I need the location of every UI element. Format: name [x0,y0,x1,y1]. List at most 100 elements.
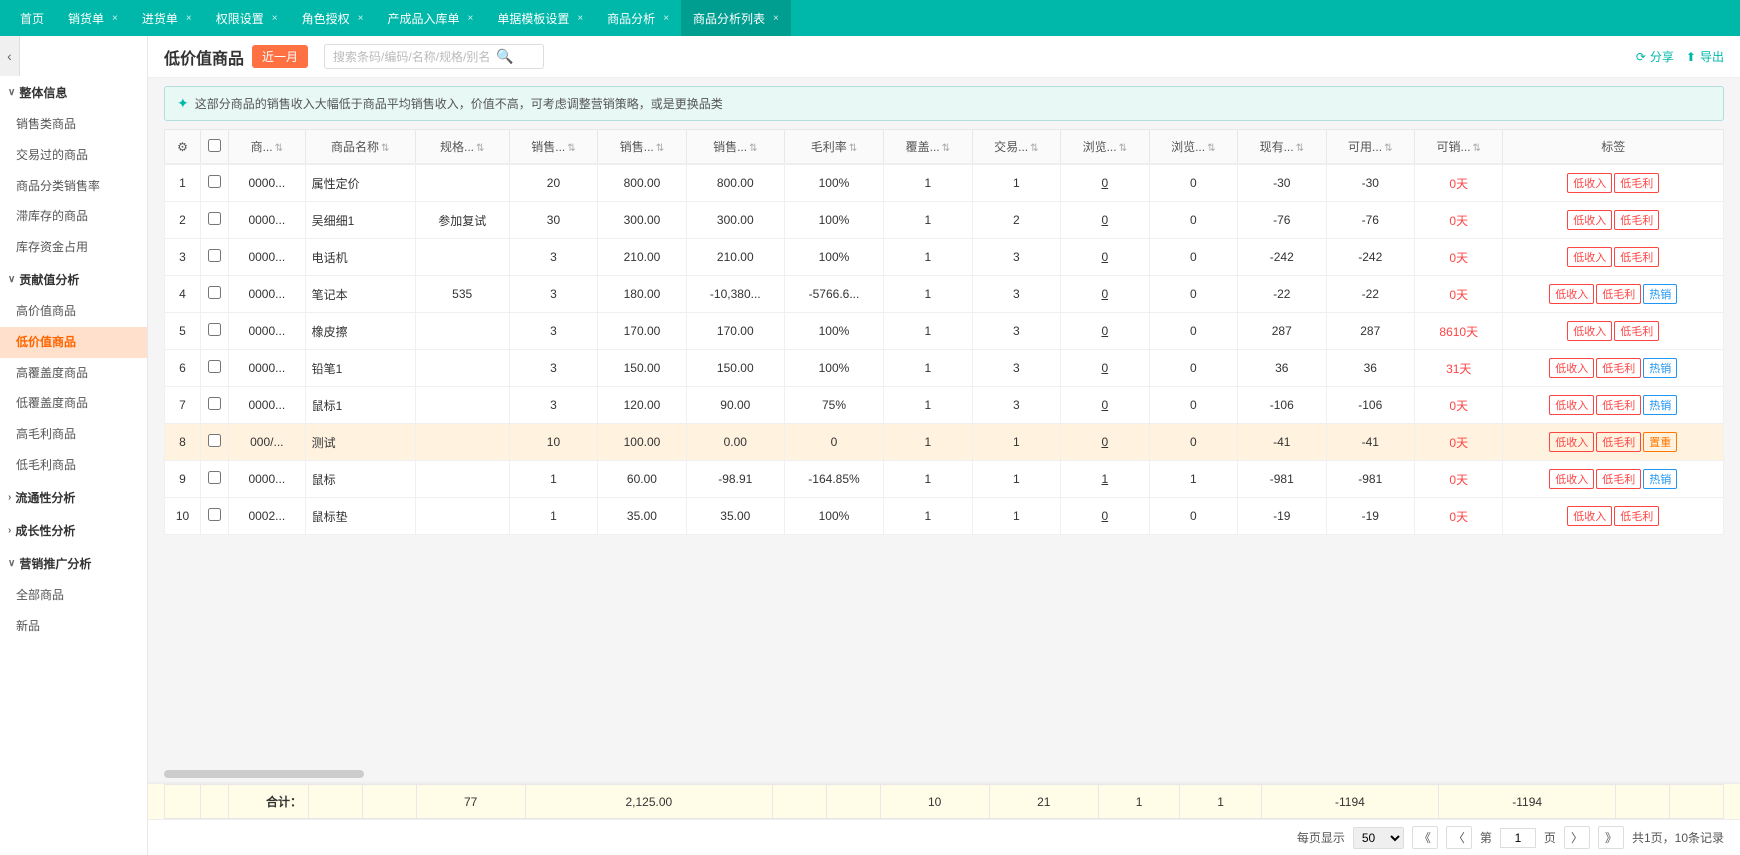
row-view1[interactable]: 0 [1061,387,1149,424]
row-checkbox[interactable] [208,434,221,447]
nav-sales-order[interactable]: 销货单 × [56,0,130,36]
row-checkbox-cell[interactable] [201,164,229,202]
last-page-btn[interactable]: 》 [1598,826,1624,849]
per-page-select[interactable]: 50 100 [1353,827,1404,849]
row-checkbox-cell[interactable] [201,239,229,276]
page-number-input[interactable] [1500,828,1536,848]
col-avail[interactable]: 可用...⇅ [1326,130,1414,165]
sidebar-item-low-margin[interactable]: 低毛利商品 [0,450,147,481]
search-box[interactable]: 搜索条码/编码/名称/规格/别名 🔍 [324,44,544,69]
nav-close-sales[interactable]: × [112,13,118,24]
row-view1[interactable]: 0 [1061,239,1149,276]
row-checkbox[interactable] [208,323,221,336]
row-checkbox[interactable] [208,360,221,373]
sidebar-item-low-value[interactable]: 低价值商品 [0,327,147,358]
nav-close-purchase[interactable]: × [186,13,192,24]
row-name[interactable]: 鼠标 [305,461,415,498]
row-checkbox[interactable] [208,471,221,484]
share-button[interactable]: ⟳ 分享 [1636,48,1674,65]
row-view1[interactable]: 0 [1061,164,1149,202]
row-checkbox-cell[interactable] [201,350,229,387]
row-view1[interactable]: 0 [1061,424,1149,461]
nav-template[interactable]: 单据模板设置 × [485,0,595,36]
row-name[interactable]: 鼠标1 [305,387,415,424]
row-name[interactable]: 测试 [305,424,415,461]
row-checkbox[interactable] [208,249,221,262]
nav-permission[interactable]: 权限设置 × [204,0,290,36]
scrollbar-thumb[interactable] [164,770,364,778]
row-checkbox[interactable] [208,508,221,521]
row-name[interactable]: 属性定价 [305,164,415,202]
row-checkbox-cell[interactable] [201,461,229,498]
row-name[interactable]: 鼠标垫 [305,498,415,535]
row-view1[interactable]: 0 [1061,202,1149,239]
sidebar-item-high-margin[interactable]: 高毛利商品 [0,419,147,450]
nav-production[interactable]: 产成品入库单 × [375,0,485,36]
sidebar-group-overall[interactable]: ∨ 整体信息 [0,76,147,109]
col-sell[interactable]: 可销...⇅ [1415,130,1503,165]
sidebar-item-high-value[interactable]: 高价值商品 [0,296,147,327]
sidebar-item-category-rate[interactable]: 商品分类销售率 [0,171,147,202]
nav-role[interactable]: 角色授权 × [290,0,376,36]
col-trade[interactable]: 交易...⇅ [972,130,1060,165]
row-view1[interactable]: 0 [1061,313,1149,350]
nav-purchase[interactable]: 进货单 × [130,0,204,36]
export-button[interactable]: ⬆ 导出 [1686,48,1724,65]
sidebar-group-growth[interactable]: › 成长性分析 [0,514,147,547]
col-name[interactable]: 商品名称⇅ [305,130,415,165]
row-name[interactable]: 电话机 [305,239,415,276]
col-sale3[interactable]: 销售...⇅ [686,130,784,165]
sidebar-item-low-coverage[interactable]: 低覆盖度商品 [0,388,147,419]
nav-close-permission[interactable]: × [272,13,278,24]
row-checkbox-cell[interactable] [201,276,229,313]
filter-button[interactable]: 近一月 [252,45,308,68]
sidebar-group-contribution[interactable]: ∨ 贡献值分析 [0,263,147,296]
nav-close-role[interactable]: × [358,13,364,24]
horizontal-scrollbar[interactable] [164,770,1724,778]
search-icon[interactable]: 🔍 [496,48,513,65]
col-code[interactable]: 商...⇅ [229,130,306,165]
row-checkbox[interactable] [208,397,221,410]
row-view1[interactable]: 1 [1061,461,1149,498]
col-checkbox[interactable] [201,130,229,165]
next-page-btn[interactable]: 〉 [1564,826,1590,849]
sidebar-item-traded[interactable]: 交易过的商品 [0,140,147,171]
col-cover[interactable]: 覆盖...⇅ [884,130,972,165]
nav-close-analysis-list[interactable]: × [773,13,779,24]
row-checkbox-cell[interactable] [201,313,229,350]
sidebar-item-capital[interactable]: 库存资金占用 [0,232,147,263]
row-checkbox[interactable] [208,286,221,299]
col-spec[interactable]: 规格...⇅ [415,130,509,165]
col-gross[interactable]: 毛利率⇅ [784,130,883,165]
nav-close-analysis[interactable]: × [663,13,669,24]
row-view1[interactable]: 0 [1061,498,1149,535]
col-view1[interactable]: 浏览...⇅ [1061,130,1149,165]
sidebar-item-new-products[interactable]: 新品 [0,611,147,642]
col-stock[interactable]: 现有...⇅ [1238,130,1326,165]
prev-page-btn[interactable]: 〈 [1446,826,1472,849]
col-sale2[interactable]: 销售...⇅ [598,130,686,165]
row-checkbox-cell[interactable] [201,202,229,239]
sidebar-item-high-coverage[interactable]: 高覆盖度商品 [0,358,147,389]
nav-close-template[interactable]: × [577,13,583,24]
sidebar-collapse-btn[interactable]: ‹ [0,36,20,76]
row-checkbox-cell[interactable] [201,424,229,461]
nav-analysis-list[interactable]: 商品分析列表 × [681,0,791,36]
col-view2[interactable]: 浏览...⇅ [1149,130,1237,165]
nav-home[interactable]: 首页 [8,0,56,36]
row-name[interactable]: 笔记本 [305,276,415,313]
row-view1[interactable]: 0 [1061,350,1149,387]
sidebar-item-sales-products[interactable]: 销售类商品 [0,109,147,140]
row-view1[interactable]: 0 [1061,276,1149,313]
row-checkbox-cell[interactable] [201,387,229,424]
select-all-checkbox[interactable] [208,139,221,152]
sidebar-group-circulation[interactable]: › 流通性分析 [0,481,147,514]
sidebar-group-marketing[interactable]: ∨ 营销推广分析 [0,547,147,580]
col-sale1[interactable]: 销售...⇅ [509,130,597,165]
row-name[interactable]: 铅笔1 [305,350,415,387]
row-name[interactable]: 吴细细1 [305,202,415,239]
first-page-btn[interactable]: 《 [1412,826,1438,849]
sidebar-item-all-products[interactable]: 全部商品 [0,580,147,611]
row-checkbox-cell[interactable] [201,498,229,535]
col-settings[interactable]: ⚙ [165,130,201,165]
